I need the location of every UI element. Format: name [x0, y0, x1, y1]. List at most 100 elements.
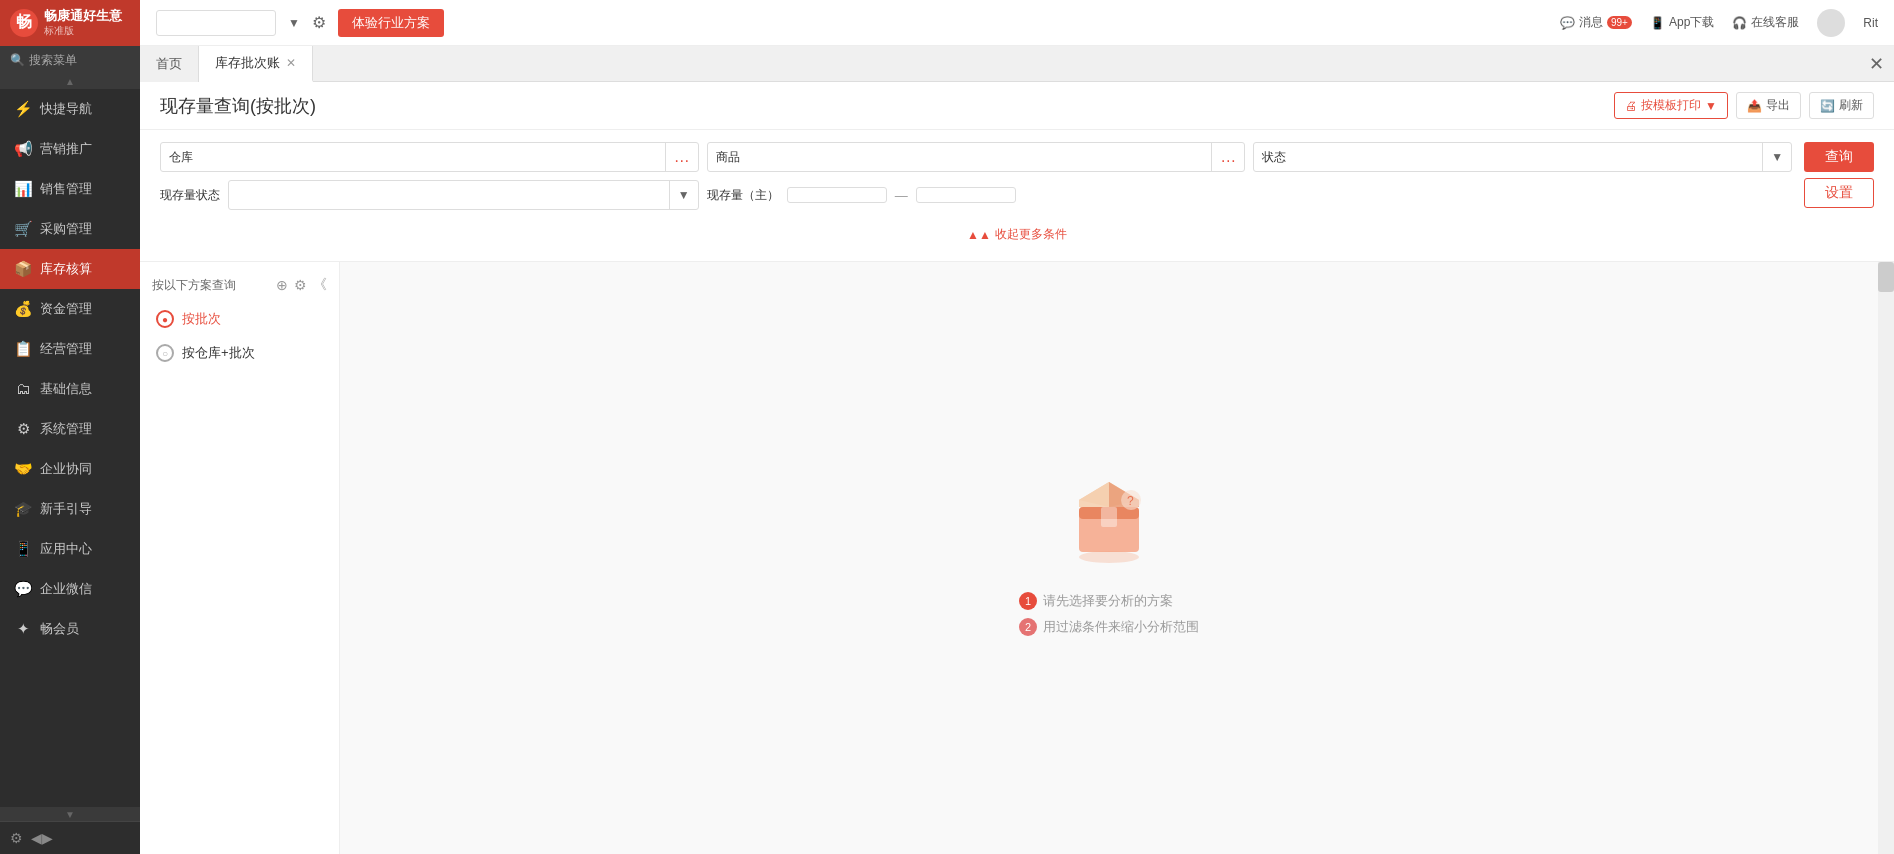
app-subtitle: 标准版 — [44, 24, 122, 38]
scheme-item-active-icon: ● — [156, 310, 174, 328]
scheme-collapse-btn[interactable]: 《 — [313, 276, 327, 294]
weixin-icon: 💬 — [14, 580, 32, 598]
sidebar-item-guide[interactable]: 🎓 新手引导 — [0, 489, 140, 529]
messages-btn[interactable]: 💬 消息 99+ — [1560, 14, 1632, 31]
right-scrollbar — [1878, 262, 1894, 854]
operation-icon: 📋 — [14, 340, 32, 358]
sales-icon: 📊 — [14, 180, 32, 198]
tab-home-label: 首页 — [156, 55, 182, 73]
svg-rect-3 — [1101, 507, 1117, 527]
online-service-btn[interactable]: 🎧 在线客服 — [1732, 14, 1799, 31]
status-label: 状态 — [1254, 149, 1294, 166]
warehouse-dots-btn[interactable]: … — [665, 143, 698, 171]
inventory-qty-to[interactable] — [916, 187, 1016, 203]
refresh-icon: 🔄 — [1820, 99, 1835, 113]
sidebar-item-label: 应用中心 — [40, 540, 92, 558]
sidebar-item-label: 营销推广 — [40, 140, 92, 158]
product-input[interactable] — [748, 143, 1212, 171]
topbar: ▼ ⚙ 体验行业方案 💬 消息 99+ 📱 App下载 🎧 在线客服 Rit — [140, 0, 1894, 46]
toggle-sidebar-icon[interactable]: ◀▶ — [31, 830, 53, 846]
inventory-status-dropdown-btn[interactable]: ▼ — [669, 181, 698, 209]
empty-illustration: ? — [1059, 472, 1159, 572]
tab-close-icon[interactable]: ✕ — [286, 56, 296, 70]
sidebar-header: 畅 畅康通好生意 标准版 — [0, 0, 140, 46]
tab-bar: 首页 库存批次账 ✕ ✕ — [140, 46, 1894, 82]
inventory-qty-group: 现存量（主） — — [707, 187, 1246, 204]
scroll-down-btn[interactable]: ▼ — [0, 807, 140, 821]
tip-num-2: 2 — [1019, 618, 1037, 636]
tab-bar-close-btn[interactable]: ✕ — [1858, 46, 1894, 82]
sidebar-item-label: 快捷导航 — [40, 100, 92, 118]
topbar-dropdown-btn[interactable]: ▼ — [288, 16, 300, 30]
sidebar-item-label: 采购管理 — [40, 220, 92, 238]
sidebar-item-marketing[interactable]: 📢 营销推广 — [0, 129, 140, 169]
topbar-gear-icon[interactable]: ⚙ — [312, 13, 326, 32]
settings-btn[interactable]: 设置 — [1804, 178, 1874, 208]
sidebar-item-app-center[interactable]: 📱 应用中心 — [0, 529, 140, 569]
message-icon: 💬 — [1560, 16, 1575, 30]
content-body: 按以下方案查询 ⊕ ⚙ 《 ● 按批次 ○ 按仓库+批次 — [140, 262, 1894, 854]
scheme-item-by-batch[interactable]: ● 按批次 — [140, 302, 339, 336]
basic-icon: 🗂 — [14, 380, 32, 398]
sidebar-item-basic[interactable]: 🗂 基础信息 — [0, 369, 140, 409]
username[interactable]: Rit — [1863, 16, 1878, 30]
inventory-status-select[interactable]: ▼ — [228, 180, 699, 210]
scheme-header: 按以下方案查询 ⊕ ⚙ 《 — [140, 272, 339, 302]
status-dropdown-btn[interactable]: ▼ — [1762, 143, 1791, 171]
sidebar-item-label: 新手引导 — [40, 500, 92, 518]
scroll-up-btn[interactable]: ▲ — [0, 75, 140, 89]
refresh-btn[interactable]: 🔄 刷新 — [1809, 92, 1874, 119]
sidebar-item-label: 销售管理 — [40, 180, 92, 198]
status-field: 状态 ▼ — [1253, 142, 1792, 172]
collapse-row[interactable]: ▲▲ 收起更多条件 — [160, 220, 1874, 249]
sidebar-item-finance[interactable]: 💰 资金管理 — [0, 289, 140, 329]
sidebar-item-label: 企业协同 — [40, 460, 92, 478]
sidebar-item-weixin[interactable]: 💬 企业微信 — [0, 569, 140, 609]
app-download-btn[interactable]: 📱 App下载 — [1650, 14, 1714, 31]
svg-marker-6 — [1079, 482, 1109, 507]
sidebar-item-inventory[interactable]: 📦 库存核算 — [0, 249, 140, 289]
scrollbar-thumb[interactable] — [1878, 262, 1894, 292]
inventory-qty-label: 现存量（主） — [707, 187, 779, 204]
sidebar-item-label: 基础信息 — [40, 380, 92, 398]
export-btn[interactable]: 📤 导出 — [1736, 92, 1801, 119]
topbar-search-input[interactable] — [156, 10, 276, 36]
scheme-settings-btn[interactable]: ⚙ — [294, 277, 307, 293]
sidebar-item-purchase[interactable]: 🛒 采购管理 — [0, 209, 140, 249]
export-icon: 📤 — [1747, 99, 1762, 113]
sidebar-item-operation[interactable]: 📋 经营管理 — [0, 329, 140, 369]
sidebar-item-quick-nav[interactable]: ⚡ 快捷导航 — [0, 89, 140, 129]
sidebar-item-enterprise[interactable]: 🤝 企业协同 — [0, 449, 140, 489]
print-btn[interactable]: 🖨 按模板打印 ▼ — [1614, 92, 1728, 119]
page-header: 现存量查询(按批次) 🖨 按模板打印 ▼ 📤 导出 🔄 刷新 — [140, 82, 1894, 130]
scheme-item-inactive-icon: ○ — [156, 344, 174, 362]
collapse-up-icon: ▲▲ — [967, 228, 991, 242]
scheme-add-btn[interactable]: ⊕ — [276, 277, 288, 293]
inventory-icon: 📦 — [14, 260, 32, 278]
avatar[interactable] — [1817, 9, 1845, 37]
app-center-icon: 📱 — [14, 540, 32, 558]
sidebar: 畅 畅康通好生意 标准版 🔍 搜索菜单 ▲ ⚡ 快捷导航 📢 营销推广 📊 销售… — [0, 0, 140, 854]
settings-footer-icon[interactable]: ⚙ — [10, 830, 23, 846]
scrollbar-track[interactable] — [1878, 262, 1894, 854]
refresh-label: 刷新 — [1839, 97, 1863, 114]
sidebar-item-member[interactable]: ✦ 畅会员 — [0, 609, 140, 649]
sidebar-item-system[interactable]: ⚙ 系统管理 — [0, 409, 140, 449]
empty-tip-2: 2 用过滤条件来缩小分析范围 — [1019, 618, 1199, 636]
search-menu[interactable]: 🔍 搜索菜单 — [0, 46, 140, 75]
product-dots-btn[interactable]: … — [1211, 143, 1244, 171]
tab-home[interactable]: 首页 — [140, 46, 199, 82]
sidebar-item-label: 企业微信 — [40, 580, 92, 598]
inventory-qty-from[interactable] — [787, 187, 887, 203]
tab-inventory-batch[interactable]: 库存批次账 ✕ — [199, 46, 313, 82]
filter-panel: 仓库 … 商品 … 状态 — [140, 130, 1894, 262]
svg-text:?: ? — [1127, 494, 1134, 508]
warehouse-input[interactable] — [201, 143, 665, 171]
page-actions: 🖨 按模板打印 ▼ 📤 导出 🔄 刷新 — [1614, 92, 1874, 119]
query-btn[interactable]: 查询 — [1804, 142, 1874, 172]
sidebar-item-sales[interactable]: 📊 销售管理 — [0, 169, 140, 209]
scheme-item-by-warehouse-batch[interactable]: ○ 按仓库+批次 — [140, 336, 339, 370]
warehouse-label: 仓库 — [161, 149, 201, 166]
system-icon: ⚙ — [14, 420, 32, 438]
experience-btn[interactable]: 体验行业方案 — [338, 9, 444, 37]
